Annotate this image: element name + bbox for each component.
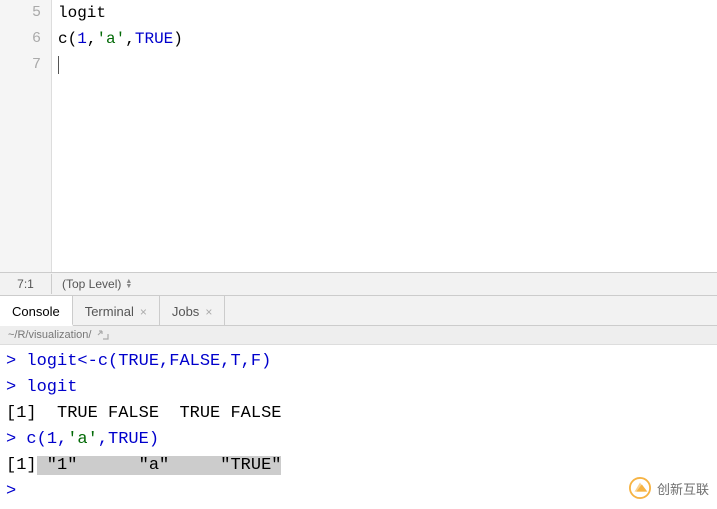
tab-label: Console [12, 304, 60, 319]
tab-terminal[interactable]: Terminal × [73, 296, 160, 325]
output-value: "1" [37, 456, 119, 475]
console-prompt: > [6, 378, 26, 397]
output-value: "a" [118, 456, 200, 475]
console-input: , [159, 352, 169, 371]
console-prompt: > [6, 482, 26, 501]
output-value: TRUE [159, 404, 220, 423]
close-icon[interactable]: × [140, 305, 147, 319]
logo-icon [629, 477, 651, 499]
tab-console[interactable]: Console [0, 296, 73, 326]
code-keyword: TRUE [135, 30, 173, 48]
watermark-text: 创新互联 [657, 479, 709, 498]
output-value: FALSE [220, 404, 281, 423]
tab-label: Jobs [172, 304, 199, 319]
console-keyword: FALSE [169, 352, 220, 371]
console-path-bar: ~/R/visualization/ [0, 326, 717, 345]
console-output[interactable]: > logit<-c(TRUE,FALSE,T,F) > logit [1] T… [0, 345, 717, 509]
code-string: 'a' [96, 30, 125, 48]
console-tabs: Console Terminal × Jobs × [0, 296, 717, 326]
console-prompt: > [6, 430, 26, 449]
console-input: ) [149, 430, 159, 449]
console-keyword: TRUE [108, 430, 149, 449]
tab-jobs[interactable]: Jobs × [160, 296, 225, 325]
cursor-position[interactable]: 7:1 [0, 274, 52, 294]
code-identifier: logit [58, 4, 106, 22]
console-keyword: TRUE [118, 352, 159, 371]
output-value: "TRUE" [200, 456, 282, 475]
output-value: FALSE [98, 404, 159, 423]
scope-label: (Top Level) [62, 277, 121, 291]
code-paren: ) [173, 30, 183, 48]
scope-selector[interactable]: (Top Level) ▲▼ [52, 274, 142, 294]
console-input: , [57, 430, 67, 449]
updown-icon: ▲▼ [125, 279, 132, 289]
watermark: 创新互联 [629, 477, 709, 499]
code-editor[interactable]: logit c(1,'a',TRUE) [52, 0, 717, 272]
code-number: 1 [77, 30, 87, 48]
console-input: ,T,F) [220, 352, 271, 371]
output-highlight: "1" "a" "TRUE" [37, 456, 282, 475]
code-paren: ( [68, 30, 78, 48]
editor-status-bar: 7:1 (Top Level) ▲▼ [0, 272, 717, 296]
line-number: 6 [0, 26, 41, 52]
working-directory[interactable]: ~/R/visualization/ [8, 329, 91, 341]
console-number: 1 [47, 430, 57, 449]
code-sep: , [125, 30, 135, 48]
console-input: logit [26, 378, 77, 397]
line-number: 5 [0, 0, 41, 26]
console-input: c( [26, 430, 46, 449]
line-number: 7 [0, 52, 41, 78]
output-index: [1] [6, 404, 37, 423]
cursor [58, 56, 59, 74]
tab-label: Terminal [85, 304, 134, 319]
output-value: TRUE [37, 404, 98, 423]
editor-pane: 5 6 7 logit c(1,'a',TRUE) [0, 0, 717, 272]
console-string: 'a' [67, 430, 98, 449]
code-sep: , [87, 30, 97, 48]
console-input: , [98, 430, 108, 449]
console-prompt: > [6, 352, 26, 371]
console-input: logit<-c( [26, 352, 118, 371]
popout-icon[interactable] [97, 330, 109, 340]
code-fn: c [58, 30, 68, 48]
close-icon[interactable]: × [205, 305, 212, 319]
line-number-gutter: 5 6 7 [0, 0, 52, 272]
output-index: [1] [6, 456, 37, 475]
